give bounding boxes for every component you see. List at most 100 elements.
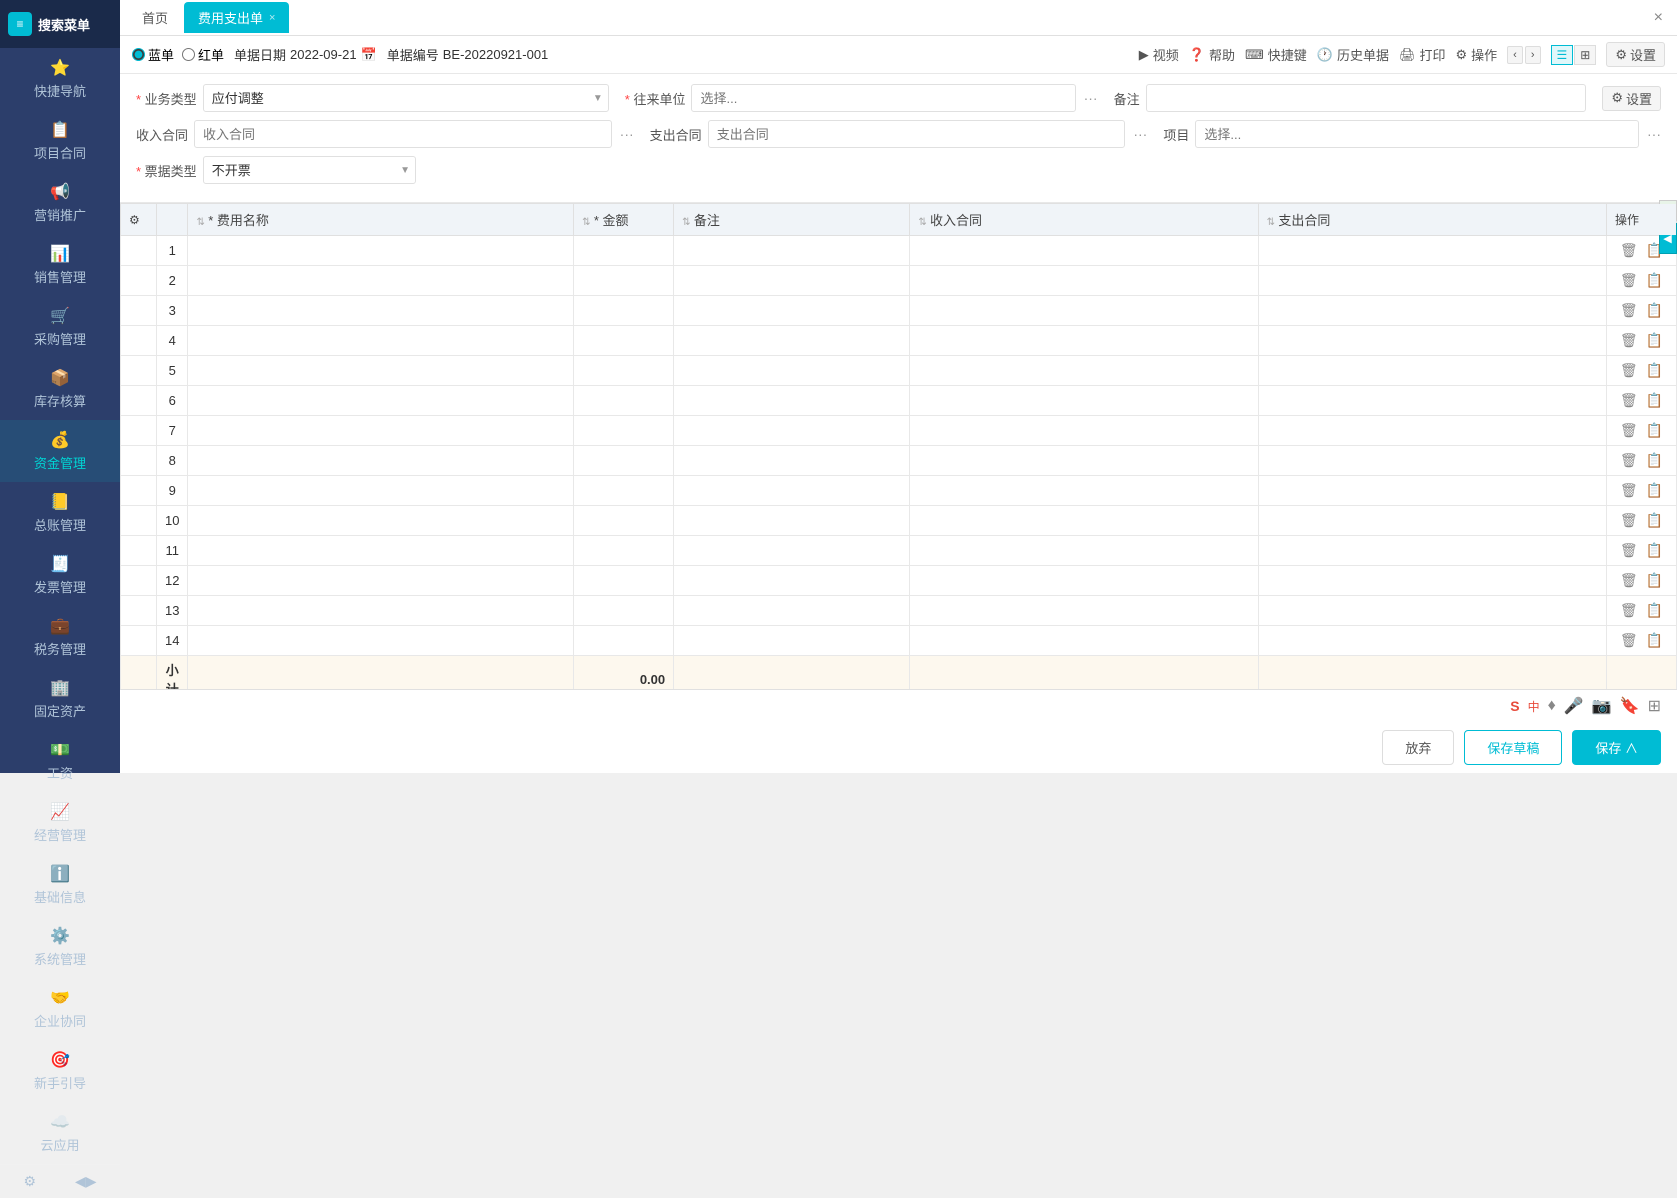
remark-cell[interactable] (674, 596, 910, 626)
sidebar-item-operations-mgmt[interactable]: 📈 经营管理 (0, 792, 120, 854)
nav-next-button[interactable]: › (1525, 46, 1541, 64)
expense-contract-cell[interactable] (1258, 296, 1606, 326)
partner-input[interactable] (691, 84, 1075, 112)
sidebar-item-cloud-apps[interactable]: ☁️ 云应用 (0, 1102, 120, 1164)
bookmark-icon[interactable]: 🔖 (1620, 696, 1640, 716)
mic-icon[interactable]: 🎤 (1564, 696, 1584, 716)
expense-contract-input[interactable] (708, 120, 1126, 148)
action-operate[interactable]: ⚙ 操作 (1455, 45, 1497, 64)
sidebar-item-sales-promo[interactable]: 📢 营销推广 (0, 172, 120, 234)
window-close-button[interactable]: × (1648, 9, 1669, 27)
tab-close-icon[interactable]: × (269, 12, 275, 24)
business-type-select[interactable]: 应付调整 (203, 84, 609, 112)
amount-cell[interactable] (574, 476, 674, 506)
row-copy-button[interactable]: 📋 (1644, 270, 1665, 291)
expense-name-cell[interactable] (188, 236, 574, 266)
radio-blue-input[interactable] (132, 48, 145, 61)
expense-name-cell[interactable] (188, 626, 574, 656)
tab-expense-sheet[interactable]: 费用支出单 × (184, 2, 289, 33)
row-delete-button[interactable]: 🗑 (1618, 420, 1640, 441)
amount-cell[interactable] (574, 506, 674, 536)
nav-prev-button[interactable]: ‹ (1507, 46, 1523, 64)
income-contract-input[interactable] (194, 120, 612, 148)
remark-cell[interactable] (674, 446, 910, 476)
sidebar-item-tax-mgmt[interactable]: 💼 税务管理 (0, 606, 120, 668)
expense-name-cell[interactable] (188, 506, 574, 536)
th-settings[interactable]: ⚙ (121, 204, 157, 236)
row-copy-button[interactable]: 📋 (1644, 510, 1665, 531)
settings-bottom-icon[interactable]: ⚙ (23, 1173, 36, 1190)
amount-cell[interactable] (574, 416, 674, 446)
th-income-contract[interactable]: ⇅ 收入合同 (910, 204, 1258, 236)
remark-cell[interactable] (674, 266, 910, 296)
remark-cell[interactable] (674, 356, 910, 386)
row-copy-button[interactable]: 📋 (1644, 630, 1665, 651)
grid-icon[interactable]: ⊞ (1648, 696, 1661, 716)
expense-contract-cell[interactable] (1258, 416, 1606, 446)
row-delete-button[interactable]: 🗑 (1618, 270, 1640, 291)
sidebar-item-system-mgmt[interactable]: ⚙️ 系统管理 (0, 916, 120, 978)
expense-name-cell[interactable] (188, 476, 574, 506)
row-copy-button[interactable]: 📋 (1644, 300, 1665, 321)
amount-cell[interactable] (574, 266, 674, 296)
project-input[interactable] (1195, 120, 1639, 148)
expense-contract-cell[interactable] (1258, 506, 1606, 536)
sidebar-item-invoice-mgmt[interactable]: 🧾 发票管理 (0, 544, 120, 606)
voucher-type-select[interactable]: 不开票 (203, 156, 416, 184)
remark-cell[interactable] (674, 536, 910, 566)
expense-name-cell[interactable] (188, 386, 574, 416)
income-contract-cell[interactable] (910, 296, 1258, 326)
expense-name-cell[interactable] (188, 536, 574, 566)
action-help[interactable]: ❓ 帮助 (1189, 45, 1235, 64)
expense-contract-cell[interactable] (1258, 266, 1606, 296)
row-delete-button[interactable]: 🗑 (1618, 570, 1640, 591)
row-delete-button[interactable]: 🗑 (1618, 450, 1640, 471)
form-settings-button[interactable]: ⚙ 设置 (1602, 86, 1661, 111)
amount-cell[interactable] (574, 566, 674, 596)
row-delete-button[interactable]: 🗑 (1618, 300, 1640, 321)
th-expense-name[interactable]: ⇅ * 费用名称 (188, 204, 574, 236)
settings-button[interactable]: ⚙ 设置 (1606, 42, 1665, 67)
expense-name-cell[interactable] (188, 566, 574, 596)
remark-input[interactable] (1146, 84, 1587, 112)
amount-cell[interactable] (574, 446, 674, 476)
row-delete-button[interactable]: 🗑 (1618, 510, 1640, 531)
expense-name-cell[interactable] (188, 596, 574, 626)
row-delete-button[interactable]: 🗑 (1618, 600, 1640, 621)
income-contract-cell[interactable] (910, 356, 1258, 386)
sidebar-item-fixed-assets[interactable]: 🏢 固定资产 (0, 668, 120, 730)
row-copy-button[interactable]: 📋 (1644, 420, 1665, 441)
date-value[interactable]: 2022-09-21 (290, 47, 357, 62)
row-copy-button[interactable]: 📋 (1644, 450, 1665, 471)
radio-red-input[interactable] (182, 48, 195, 61)
income-contract-cell[interactable] (910, 236, 1258, 266)
income-contract-cell[interactable] (910, 596, 1258, 626)
sidebar-item-capital-mgmt[interactable]: 💰 资金管理 (0, 420, 120, 482)
expense-contract-cell[interactable] (1258, 356, 1606, 386)
tab-home[interactable]: 首页 (128, 2, 182, 33)
action-shortcut[interactable]: ⌨ 快捷键 (1245, 45, 1307, 64)
amount-cell[interactable] (574, 386, 674, 416)
income-contract-cell[interactable] (910, 566, 1258, 596)
remark-cell[interactable] (674, 296, 910, 326)
diamond-icon[interactable]: ♦ (1548, 697, 1556, 715)
calendar-icon[interactable]: 📅 (361, 47, 377, 63)
expense-contract-cell[interactable] (1258, 236, 1606, 266)
amount-cell[interactable] (574, 326, 674, 356)
sidebar-item-basic-info[interactable]: ℹ️ 基础信息 (0, 854, 120, 916)
row-copy-button[interactable]: 📋 (1644, 540, 1665, 561)
partner-dots-icon[interactable]: ··· (1084, 90, 1098, 106)
save-draft-button[interactable]: 保存草稿 (1464, 730, 1562, 765)
row-delete-button[interactable]: 🗑 (1618, 330, 1640, 351)
income-contract-cell[interactable] (910, 266, 1258, 296)
income-contract-cell[interactable] (910, 506, 1258, 536)
remark-cell[interactable] (674, 626, 910, 656)
amount-cell[interactable] (574, 236, 674, 266)
radio-red-label[interactable]: 红单 (182, 45, 224, 64)
expense-contract-dots-icon[interactable]: ··· (1133, 126, 1147, 142)
expense-contract-cell[interactable] (1258, 536, 1606, 566)
row-delete-button[interactable]: 🗑 (1618, 390, 1640, 411)
income-contract-cell[interactable] (910, 386, 1258, 416)
expense-name-cell[interactable] (188, 266, 574, 296)
remark-cell[interactable] (674, 506, 910, 536)
